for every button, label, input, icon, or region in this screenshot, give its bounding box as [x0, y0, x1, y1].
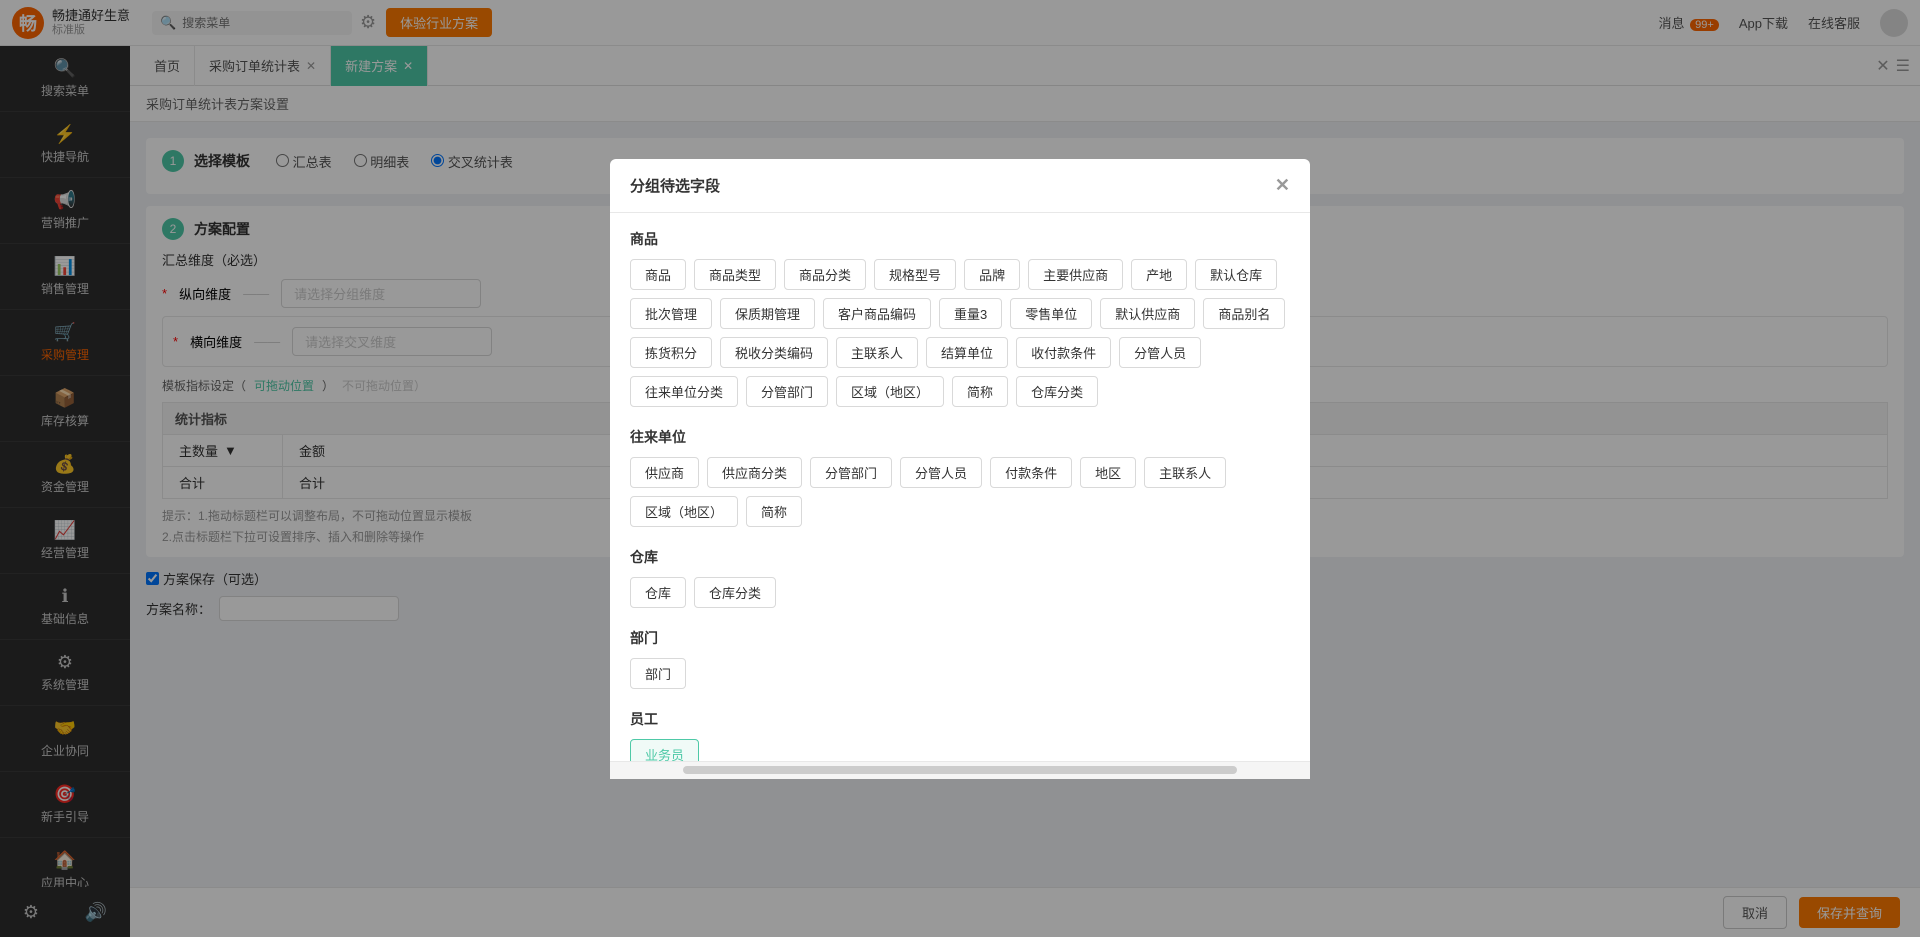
section-department-fields: 部门	[630, 658, 1290, 689]
section-goods: 商品 商品 商品类型 商品分类 规格型号 品牌 主要供应商 产地 默认仓库 批次…	[630, 229, 1290, 407]
section-warehouse-title: 仓库	[630, 547, 1290, 567]
field-tag[interactable]: 品牌	[964, 259, 1020, 290]
modal-title: 分组待选字段	[630, 175, 720, 196]
field-tag[interactable]: 分管人员	[900, 457, 982, 488]
section-warehouse-fields: 仓库 仓库分类	[630, 577, 1290, 608]
field-tag[interactable]: 商品	[630, 259, 686, 290]
field-tag[interactable]: 零售单位	[1010, 298, 1092, 329]
field-tag[interactable]: 往来单位分类	[630, 376, 738, 407]
field-tag[interactable]: 供应商	[630, 457, 699, 488]
field-tag[interactable]: 规格型号	[874, 259, 956, 290]
section-goods-fields: 商品 商品类型 商品分类 规格型号 品牌 主要供应商 产地 默认仓库 批次管理 …	[630, 259, 1290, 407]
field-tag[interactable]: 税收分类编码	[720, 337, 828, 368]
section-partner-title: 往来单位	[630, 427, 1290, 447]
field-tag[interactable]: 客户商品编码	[823, 298, 931, 329]
field-tag[interactable]: 地区	[1080, 457, 1136, 488]
field-tag[interactable]: 供应商分类	[707, 457, 802, 488]
field-tag[interactable]: 主要供应商	[1028, 259, 1123, 290]
section-department: 部门 部门	[630, 628, 1290, 689]
field-tag[interactable]: 仓库分类	[1016, 376, 1098, 407]
field-tag[interactable]: 主联系人	[836, 337, 918, 368]
field-tag[interactable]: 拣货积分	[630, 337, 712, 368]
section-employee-fields: 业务员	[630, 739, 1290, 761]
section-employee-title: 员工	[630, 709, 1290, 729]
section-partner: 往来单位 供应商 供应商分类 分管部门 分管人员 付款条件 地区 主联系人 区域…	[630, 427, 1290, 527]
section-warehouse: 仓库 仓库 仓库分类	[630, 547, 1290, 608]
field-tag[interactable]: 简称	[952, 376, 1008, 407]
field-tag[interactable]: 批次管理	[630, 298, 712, 329]
field-tag[interactable]: 保质期管理	[720, 298, 815, 329]
field-tag[interactable]: 部门	[630, 658, 686, 689]
field-tag[interactable]: 分管人员	[1119, 337, 1201, 368]
modal-hscroll[interactable]	[610, 761, 1310, 779]
field-tag[interactable]: 分管部门	[746, 376, 828, 407]
field-tag[interactable]: 主联系人	[1144, 457, 1226, 488]
field-tag[interactable]: 分管部门	[810, 457, 892, 488]
modal: 分组待选字段 ✕ 商品 商品 商品类型 商品分类 规格型号 品牌 主要供应商 产…	[610, 159, 1310, 779]
field-tag[interactable]: 默认仓库	[1195, 259, 1277, 290]
modal-overlay[interactable]: 分组待选字段 ✕ 商品 商品 商品类型 商品分类 规格型号 品牌 主要供应商 产…	[0, 0, 1920, 937]
field-tag[interactable]: 商品类型	[694, 259, 776, 290]
field-tag[interactable]: 简称	[746, 496, 802, 527]
field-tag[interactable]: 收付款条件	[1016, 337, 1111, 368]
field-tag[interactable]: 仓库分类	[694, 577, 776, 608]
modal-body: 商品 商品 商品类型 商品分类 规格型号 品牌 主要供应商 产地 默认仓库 批次…	[610, 213, 1310, 761]
section-department-title: 部门	[630, 628, 1290, 648]
field-tag[interactable]: 区域（地区）	[836, 376, 944, 407]
field-tag[interactable]: 产地	[1131, 259, 1187, 290]
field-tag[interactable]: 付款条件	[990, 457, 1072, 488]
modal-hscroll-thumb[interactable]	[683, 766, 1237, 774]
field-tag[interactable]: 重量3	[939, 298, 1002, 329]
field-tag-employee[interactable]: 业务员	[630, 739, 699, 761]
field-tag[interactable]: 仓库	[630, 577, 686, 608]
section-goods-title: 商品	[630, 229, 1290, 249]
section-employee: 员工 业务员	[630, 709, 1290, 761]
field-tag[interactable]: 区域（地区）	[630, 496, 738, 527]
modal-header: 分组待选字段 ✕	[610, 159, 1310, 213]
field-tag[interactable]: 默认供应商	[1100, 298, 1195, 329]
field-tag[interactable]: 商品分类	[784, 259, 866, 290]
field-tag[interactable]: 商品别名	[1203, 298, 1285, 329]
section-partner-fields: 供应商 供应商分类 分管部门 分管人员 付款条件 地区 主联系人 区域（地区） …	[630, 457, 1290, 527]
modal-close-icon[interactable]: ✕	[1275, 175, 1290, 196]
field-tag[interactable]: 结算单位	[926, 337, 1008, 368]
